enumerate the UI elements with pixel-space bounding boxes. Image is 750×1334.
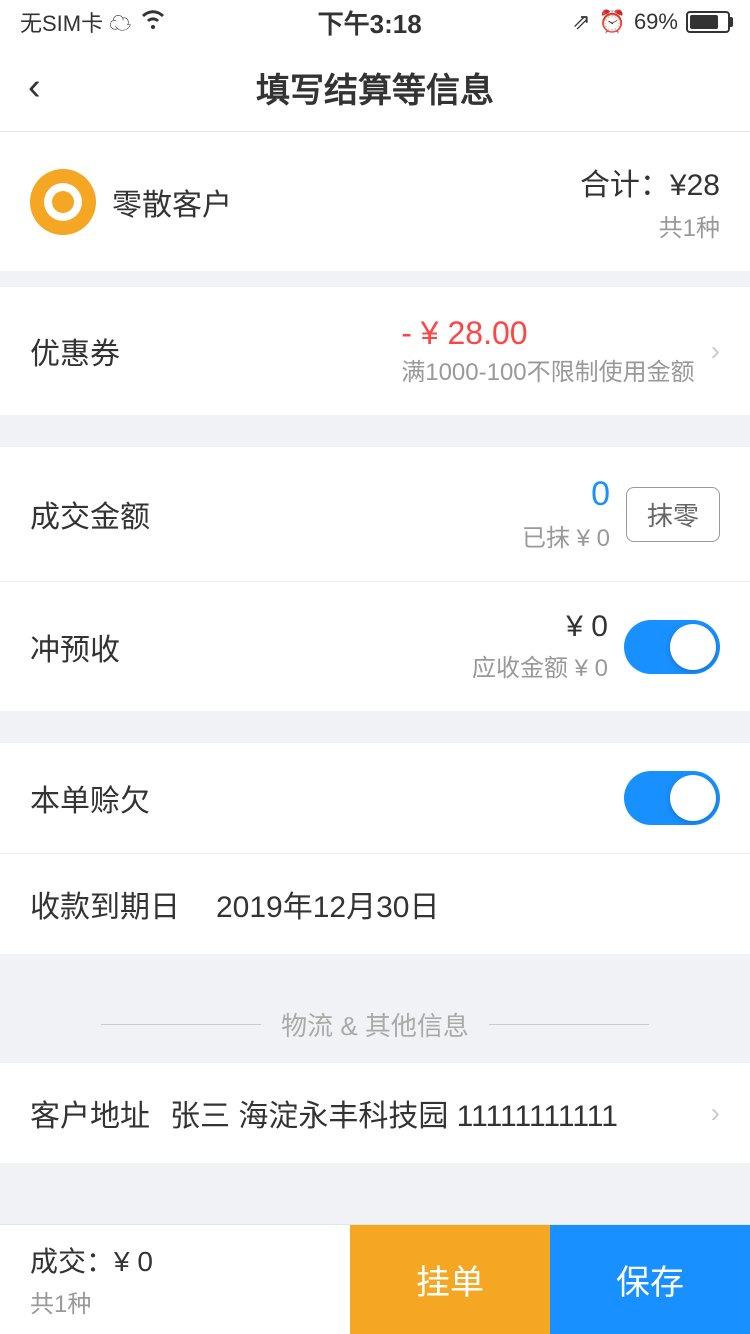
debt-label: 本单赊欠 [30, 776, 150, 820]
logistics-label: 物流 & 其他信息 [281, 1006, 469, 1043]
hold-button[interactable]: 挂单 [350, 1225, 550, 1334]
customer-row: 零散客户 合计：¥28 共1种 [0, 132, 750, 271]
transaction-right: 0 已抹 ¥ 0 抹零 [522, 475, 720, 553]
debt-row: 本单赊欠 [0, 743, 750, 854]
coupon-label: 优惠券 [30, 329, 120, 373]
customer-avatar [30, 169, 96, 235]
save-button[interactable]: 保存 [550, 1225, 750, 1334]
transaction-sub: 已抹 ¥ 0 [522, 518, 610, 553]
coupon-sub: 满1000-100不限制使用金额 [401, 352, 694, 387]
prepayment-sub: 应收金额 ¥ 0 [472, 648, 608, 683]
customer-name: 零散客户 [112, 180, 232, 224]
coupon-section: 优惠券 - ¥ 28.00 满1000-100不限制使用金额 › [0, 287, 750, 415]
address-chevron: › [711, 1097, 720, 1129]
status-bar: 无SIM卡 ☁ 下午3:18 ⇗ ⏰ 69% [0, 0, 750, 44]
location-icon: ⇗ [572, 9, 590, 35]
coupon-right: - ¥ 28.00 满1000-100不限制使用金额 › [401, 315, 720, 387]
prepayment-label: 冲预收 [30, 625, 120, 669]
due-date-row[interactable]: 收款到期日 2019年12月30日 [0, 854, 750, 954]
customer-total: 合计：¥28 [580, 160, 720, 204]
divider-3 [0, 970, 750, 986]
customer-left: 零散客户 [30, 169, 232, 235]
status-right: ⇗ ⏰ 69% [572, 9, 730, 35]
transaction-label: 成交金额 [30, 492, 150, 536]
back-button[interactable]: ‹ [28, 66, 41, 109]
transaction-value[interactable]: 0 [522, 475, 610, 514]
customer-count: 共1种 [580, 208, 720, 243]
due-date-label: 收款到期日 [30, 882, 180, 926]
prepayment-row: 冲预收 ¥ 0 应收金额 ¥ 0 [0, 582, 750, 711]
battery-percent: 69% [634, 9, 678, 35]
coupon-row[interactable]: 优惠券 - ¥ 28.00 满1000-100不限制使用金额 › [0, 287, 750, 415]
content: 零散客户 合计：¥28 共1种 优惠券 - ¥ 28.00 满1000-100不… [0, 132, 750, 1283]
prepayment-value: ¥ 0 [472, 610, 608, 644]
divider-2 [0, 727, 750, 743]
page-title: 填写结算等信息 [256, 63, 494, 112]
debt-section: 本单赊欠 收款到期日 2019年12月30日 [0, 743, 750, 954]
prepayment-toggle[interactable] [624, 620, 720, 674]
bottom-info: 成交：¥ 0 共1种 [0, 1240, 350, 1319]
battery-icon [686, 11, 730, 33]
bottom-bar: 成交：¥ 0 共1种 挂单 保存 [0, 1224, 750, 1334]
coupon-chevron: › [711, 335, 720, 367]
logistics-header: 物流 & 其他信息 [0, 986, 750, 1063]
bottom-trans: 成交：¥ 0 [30, 1240, 350, 1280]
wifi-icon [139, 9, 167, 35]
transaction-row: 成交金额 0 已抹 ¥ 0 抹零 [0, 447, 750, 582]
round-button[interactable]: 抹零 [626, 487, 720, 542]
status-left: 无SIM卡 ☁ [20, 6, 167, 38]
sim-text: 无SIM卡 ☁ [20, 6, 131, 38]
address-row[interactable]: 客户地址 张三 海淀永丰科技园 11111111111 › [0, 1063, 750, 1163]
divider-1 [0, 431, 750, 447]
customer-right: 合计：¥28 共1种 [580, 160, 720, 243]
coupon-value: - ¥ 28.00 [401, 315, 694, 352]
debt-toggle[interactable] [624, 771, 720, 825]
debt-right [624, 771, 720, 825]
status-time: 下午3:18 [318, 4, 422, 41]
address-label: 客户地址 [30, 1091, 150, 1135]
bottom-count: 共1种 [30, 1284, 350, 1319]
address-value: 张三 海淀永丰科技园 11111111111 [170, 1091, 711, 1135]
nav-bar: ‹ 填写结算等信息 [0, 44, 750, 132]
transaction-section: 成交金额 0 已抹 ¥ 0 抹零 冲预收 ¥ 0 应收金额 ¥ 0 [0, 447, 750, 711]
due-date-value: 2019年12月30日 [216, 882, 439, 926]
prepayment-right: ¥ 0 应收金额 ¥ 0 [472, 610, 720, 683]
alarm-icon: ⏰ [599, 9, 626, 35]
